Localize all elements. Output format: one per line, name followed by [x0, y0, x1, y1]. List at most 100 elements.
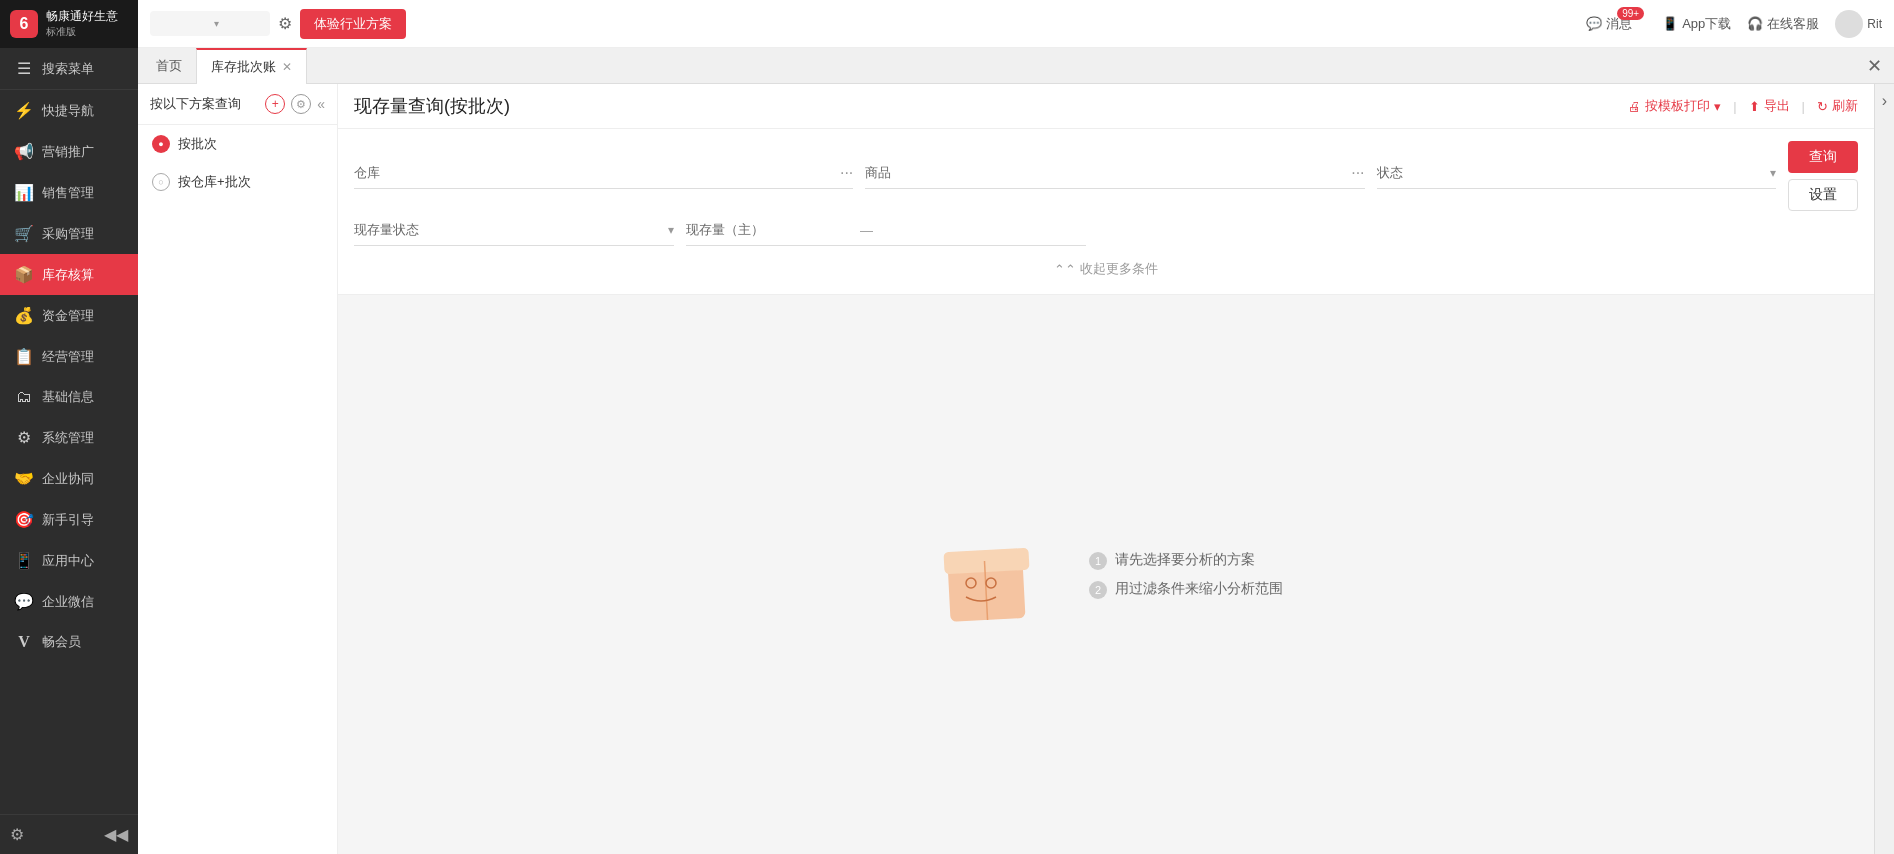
status-label: 状态	[1377, 164, 1403, 182]
collapse-sidebar-icon[interactable]: ◀◀	[104, 825, 128, 844]
tab-inventory-batch-label: 库存批次账	[211, 58, 276, 76]
stock-status-filter[interactable]: 现存量状态 ▾	[354, 221, 674, 246]
sales-icon: 📊	[14, 183, 34, 202]
tip-num-2: 2	[1089, 581, 1107, 599]
sidebar-item-enterprise[interactable]: 🤝 企业协同	[0, 458, 138, 499]
sidebar-item-basics[interactable]: 🗂 基础信息	[0, 377, 138, 417]
topbar-search-text	[160, 15, 208, 32]
sidebar-item-marketing[interactable]: 📢 营销推广	[0, 131, 138, 172]
scheme-item-by-warehouse-batch[interactable]: ○ 按仓库+批次	[138, 163, 337, 201]
left-scheme-panel: 按以下方案查询 + ⚙ « ● 按批次 ○ 按仓库+批次	[138, 84, 338, 854]
topbar: ▾ ⚙ 体验行业方案 💬 消息 99+ 📱 App下载 🎧 在线客服 Rit	[138, 0, 1894, 48]
topbar-gear-icon[interactable]: ⚙	[278, 14, 292, 33]
warehouse-input[interactable]	[388, 165, 832, 180]
stock-qty-max-input[interactable]	[881, 223, 961, 238]
sidebar-item-app-center[interactable]: 📱 应用中心	[0, 540, 138, 581]
scheme-settings-icon[interactable]: ⚙	[291, 94, 311, 114]
app-download-item[interactable]: 📱 App下载	[1662, 15, 1731, 33]
tab-inventory-batch[interactable]: 库存批次账 ✕	[196, 48, 307, 84]
basics-icon: 🗂	[14, 388, 34, 406]
status-filter[interactable]: 状态 ▾	[1377, 164, 1776, 189]
scheme-panel-icons: + ⚙ «	[265, 94, 325, 114]
topbar-right: 💬 消息 99+ 📱 App下载 🎧 在线客服 Rit	[1586, 10, 1882, 38]
print-chevron-icon: ▾	[1714, 99, 1721, 114]
chevron-up-icon: ⌃⌃	[1054, 262, 1076, 277]
sidebar-bottom: ⚙ ◀◀	[0, 814, 138, 854]
brand-name: 畅康通好生意	[46, 9, 118, 25]
sidebar-item-finance[interactable]: 💰 资金管理	[0, 295, 138, 336]
sidebar-item-wechat[interactable]: 💬 企业微信	[0, 581, 138, 622]
svg-rect-1	[943, 547, 1029, 573]
warehouse-more-icon[interactable]: ···	[840, 164, 853, 182]
close-tab-area-icon[interactable]: ✕	[1867, 55, 1882, 77]
settings-button[interactable]: 设置	[1788, 179, 1858, 211]
app-center-icon: 📱	[14, 551, 34, 570]
enterprise-icon: 🤝	[14, 469, 34, 488]
search-menu-icon: ☰	[14, 59, 34, 78]
product-input[interactable]	[899, 165, 1343, 180]
collapse-more-conditions[interactable]: ⌃⌃ 收起更多条件	[354, 256, 1858, 282]
sidebar-item-inventory[interactable]: 📦 库存核算	[0, 254, 138, 295]
stock-qty-dash: —	[860, 223, 873, 238]
sidebar-item-purchase[interactable]: 🛒 采购管理	[0, 213, 138, 254]
sidebar-item-sales[interactable]: 📊 销售管理	[0, 172, 138, 213]
headset-icon: 🎧	[1747, 16, 1763, 31]
scheme-item-by-batch[interactable]: ● 按批次	[138, 125, 337, 163]
scheme-panel-header: 按以下方案查询 + ⚙ «	[138, 84, 337, 125]
sidebar-item-newbie[interactable]: 🎯 新手引导	[0, 499, 138, 540]
inventory-icon: 📦	[14, 265, 34, 284]
stock-status-label: 现存量状态	[354, 221, 419, 239]
export-icon: ⬆	[1749, 99, 1760, 114]
tip-num-1: 1	[1089, 552, 1107, 570]
messages-item[interactable]: 💬 消息 99+	[1586, 15, 1632, 33]
export-button[interactable]: ⬆ 导出	[1749, 97, 1790, 115]
filter-buttons: 查询 设置	[1788, 141, 1858, 211]
status-chevron-icon: ▾	[1770, 166, 1776, 180]
query-button[interactable]: 查询	[1788, 141, 1858, 173]
divider1: |	[1733, 99, 1736, 114]
wechat-icon: 💬	[14, 592, 34, 611]
sidebar-item-quick-nav[interactable]: ⚡ 快捷导航	[0, 90, 138, 131]
tab-home[interactable]: 首页	[142, 49, 196, 83]
sidebar-item-operations[interactable]: 📋 经营管理	[0, 336, 138, 377]
refresh-button[interactable]: ↻ 刷新	[1817, 97, 1858, 115]
page-title: 现存量查询(按批次)	[354, 94, 510, 118]
user-avatar-area[interactable]: Rit	[1835, 10, 1882, 38]
app-logo: 6	[10, 10, 38, 38]
export-label: 导出	[1764, 97, 1790, 115]
empty-state: 1 请先选择要分析的方案 2 用过滤条件来缩小分析范围	[338, 295, 1874, 854]
sidebar-item-system[interactable]: ⚙ 系统管理	[0, 417, 138, 458]
messages-badge: 99+	[1617, 7, 1644, 20]
trial-industry-button[interactable]: 体验行业方案	[300, 9, 406, 39]
empty-tip-2: 2 用过滤条件来缩小分析范围	[1089, 580, 1283, 599]
marketing-icon: 📢	[14, 142, 34, 161]
add-scheme-icon[interactable]: +	[265, 94, 285, 114]
settings-bottom-icon[interactable]: ⚙	[10, 825, 24, 844]
online-service-item[interactable]: 🎧 在线客服	[1747, 15, 1819, 33]
message-icon: 💬	[1586, 16, 1602, 31]
operations-icon: 📋	[14, 347, 34, 366]
warehouse-label: 仓库	[354, 164, 380, 182]
sidebar-nav: ⚡ 快捷导航 📢 营销推广 📊 销售管理 🛒 采购管理 📦 库存核算 💰 资金管…	[0, 90, 138, 814]
stock-status-chevron-icon: ▾	[668, 223, 674, 237]
scheme-panel-title: 按以下方案查询	[150, 95, 241, 113]
tip-text-2: 用过滤条件来缩小分析范围	[1115, 580, 1283, 598]
sidebar-item-member[interactable]: V 畅会员	[0, 622, 138, 662]
collapse-label: 收起更多条件	[1080, 260, 1158, 278]
empty-tips: 1 请先选择要分析的方案 2 用过滤条件来缩小分析范围	[1089, 551, 1283, 599]
tab-close-icon[interactable]: ✕	[282, 60, 292, 74]
app-download-icon: 📱	[1662, 16, 1678, 31]
product-more-icon[interactable]: ···	[1351, 164, 1364, 182]
right-panel: 现存量查询(按批次) 🖨 按模板打印 ▾ | ⬆ 导出 | ↻	[338, 84, 1874, 854]
page-header: 现存量查询(按批次) 🖨 按模板打印 ▾ | ⬆ 导出 | ↻	[338, 84, 1874, 129]
online-service-label: 在线客服	[1767, 15, 1819, 33]
sidebar-item-search[interactable]: ☰ 搜索菜单	[0, 48, 138, 90]
print-template-button[interactable]: 🖨 按模板打印 ▾	[1628, 97, 1721, 115]
purchase-icon: 🛒	[14, 224, 34, 243]
topbar-search-area[interactable]: ▾	[150, 11, 270, 36]
tip-text-1: 请先选择要分析的方案	[1115, 551, 1255, 569]
stock-qty-min-input[interactable]	[772, 223, 852, 238]
right-panel-close-icon[interactable]: ›	[1882, 92, 1887, 110]
collapse-left-panel-icon[interactable]: «	[317, 96, 325, 112]
system-icon: ⚙	[14, 428, 34, 447]
